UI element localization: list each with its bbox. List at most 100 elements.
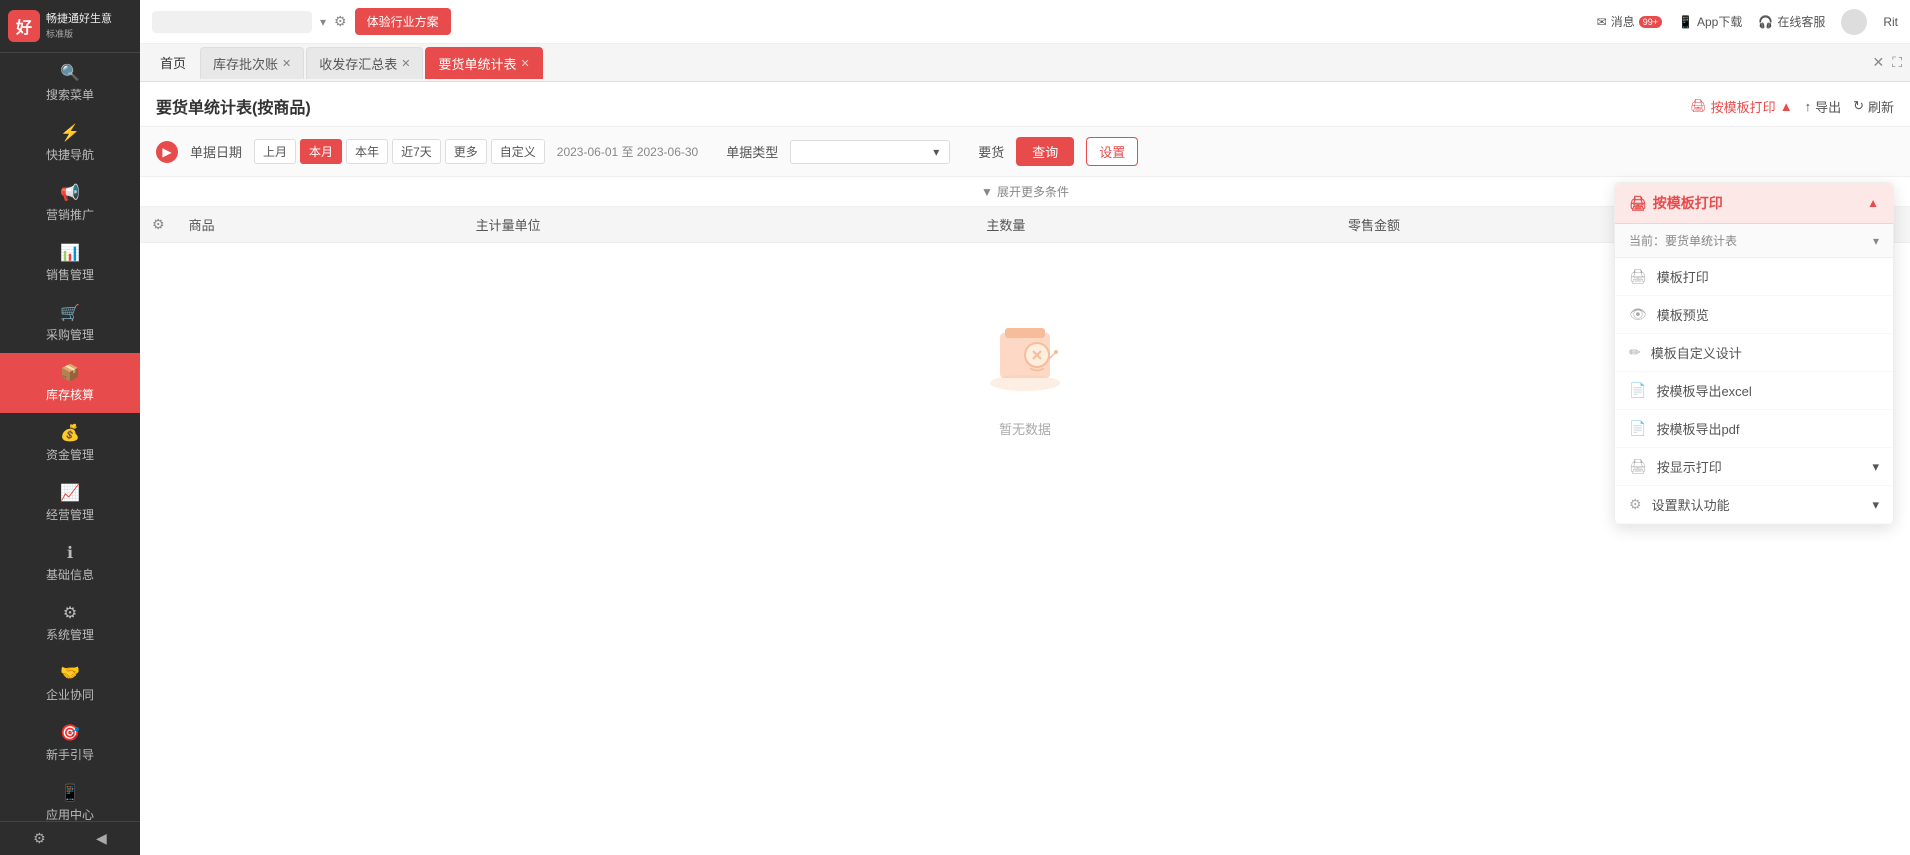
tab-receipt-summary-label: 收发存汇总表 [319,54,397,73]
print-dropdown-arrow-icon: ▲ [1780,99,1793,114]
type-filter-select[interactable]: ▾ [790,140,950,164]
tab-order-stats-label: 要货单统计表 [438,54,516,73]
tab-close-window-icon[interactable]: ✕ [1872,54,1884,71]
sidebar-item-sales[interactable]: 📊 销售管理 [0,233,140,293]
col-header-qty: 主数量 [974,207,1336,243]
app-download-icon: 📱 [1678,15,1693,29]
date-btn-7days[interactable]: 近7天 [392,139,441,164]
date-btn-last-month[interactable]: 上月 [254,139,296,164]
col-header-unit: 主计量单位 [464,207,975,243]
export-btn[interactable]: ↑ 导出 [1805,97,1842,116]
date-btn-this-year[interactable]: 本年 [346,139,388,164]
tab-maximize-icon[interactable]: ⛶ [1892,54,1902,71]
topbar-search-input[interactable] [152,11,312,33]
trial-btn[interactable]: 体验行业方案 [355,8,451,35]
tab-home[interactable]: 首页 [148,47,198,78]
user-avatar[interactable] [1841,9,1867,35]
finance-icon: 💰 [60,423,80,443]
dropdown-section-set-default[interactable]: ⚙ 设置默认功能 ▾ [1615,486,1893,524]
topbar-right: ✉ 消息 99+ 📱 App下载 🎧 在线客服 Rit [1597,9,1898,35]
dropdown-item-template-excel[interactable]: 📄 按模板导出excel [1615,372,1893,410]
filter-settings-btn[interactable]: 设置 [1086,137,1138,166]
tab-order-stats[interactable]: 要货单统计表 ✕ [425,47,542,79]
guide-icon: 🎯 [60,723,80,743]
sidebar-item-basic-info[interactable]: ℹ 基础信息 [0,533,140,593]
dropdown-item-template-excel-label: 按模板导出excel [1656,381,1751,400]
yh-filter-label: 要货 [978,142,1004,161]
online-service-item[interactable]: 🎧 在线客服 [1758,13,1825,30]
empty-state-text: 暂无数据 [999,419,1051,438]
dropdown-item-template-pdf-label: 按模板导出pdf [1656,419,1739,438]
tab-controls: ✕ ⛶ [1872,54,1902,71]
dropdown-item-template-preview-label: 模板预览 [1657,305,1709,324]
template-design-icon: ✏ [1629,344,1641,361]
app-download-label: App下载 [1697,13,1742,30]
dropdown-item-template-design[interactable]: ✏ 模板自定义设计 [1615,334,1893,372]
app-badge: 标准版 [46,27,112,40]
tab-inventory-batch[interactable]: 库存批次账 ✕ [200,47,304,79]
topbar-search-arrow-icon[interactable]: ▾ [320,15,326,29]
print-dropdown-menu: 🖨 按模板打印 ▲ 当前：要货单统计表 ▾ 🖨 模板打印 👁 模板预览 ✏ 模板… [1614,182,1894,525]
purchase-icon: 🛒 [60,303,80,323]
operations-icon: 📈 [60,483,80,503]
search-icon: 🔍 [60,63,80,83]
sidebar-item-inventory[interactable]: 📦 库存核算 [0,353,140,413]
online-service-label: 在线客服 [1777,13,1825,30]
date-btn-this-month[interactable]: 本月 [300,139,342,164]
col-header-product: 商品 [177,207,464,243]
sidebar-item-app-center-label: 应用中心 [46,806,94,821]
dropdown-item-template-design-label: 模板自定义设计 [1651,343,1742,362]
date-btn-custom[interactable]: 自定义 [491,139,545,164]
refresh-btn-label: 刷新 [1868,97,1894,116]
dropdown-print-icon: 🖨 [1629,195,1647,212]
message-badge: 99+ [1639,16,1662,28]
dropdown-collapse-icon[interactable]: ▲ [1867,196,1879,210]
dropdown-item-template-preview[interactable]: 👁 模板预览 [1615,296,1893,334]
topbar-gear-icon[interactable]: ⚙ [334,13,347,30]
sidebar-item-finance-label: 资金管理 [46,446,94,463]
expand-more-btn[interactable]: ▼ 展开更多条件 [981,183,1069,200]
dropdown-title-text: 按模板打印 [1653,193,1723,213]
date-range-text: 2023-06-01 至 2023-06-30 [557,143,698,160]
print-btn-label: 按模板打印 [1711,97,1776,116]
refresh-btn[interactable]: ↻ 刷新 [1853,97,1894,116]
sidebar-item-finance[interactable]: 💰 资金管理 [0,413,140,473]
sidebar-item-guide-label: 新手引导 [46,746,94,763]
sidebar-item-search-label: 搜索菜单 [46,86,94,103]
display-print-label: 按显示打印 [1657,457,1722,476]
sidebar-item-marketing[interactable]: 📢 营销推广 [0,173,140,233]
query-btn[interactable]: 查询 [1016,137,1074,166]
page-title: 要货单统计表(按商品) [156,94,311,118]
enterprise-icon: 🤝 [60,663,80,683]
table-col-settings-icon[interactable]: ⚙ [152,216,165,232]
sidebar-item-quick-nav[interactable]: ⚡ 快捷导航 [0,113,140,173]
dropdown-item-template-print[interactable]: 🖨 模板打印 [1615,258,1893,296]
message-label: 消息 [1611,13,1635,30]
refresh-icon: ↻ [1853,98,1864,114]
message-item[interactable]: ✉ 消息 99+ [1597,13,1662,30]
date-btn-more[interactable]: 更多 [445,139,487,164]
sidebar-item-enterprise[interactable]: 🤝 企业协同 [0,653,140,713]
print-btn[interactable]: 🖨 按模板打印 ▲ [1690,97,1792,116]
expand-more-label: 展开更多条件 [997,183,1069,200]
tab-order-stats-close-icon[interactable]: ✕ [521,57,530,70]
filter-toggle-btn[interactable]: ▶ [156,141,178,163]
sidebar-item-system[interactable]: ⚙ 系统管理 [0,593,140,653]
tab-inventory-batch-close-icon[interactable]: ✕ [282,57,291,70]
sidebar-item-search[interactable]: 🔍 搜索菜单 [0,53,140,113]
dropdown-section-display-print[interactable]: 🖨 按显示打印 ▾ [1615,448,1893,486]
sidebar-item-purchase[interactable]: 🛒 采购管理 [0,293,140,353]
tab-receipt-summary[interactable]: 收发存汇总表 ✕ [306,47,423,79]
topbar: ▾ ⚙ 体验行业方案 ✉ 消息 99+ 📱 App下载 🎧 在线客服 Rit [140,0,1910,44]
dropdown-item-template-pdf[interactable]: 📄 按模板导出pdf [1615,410,1893,448]
sales-icon: 📊 [60,243,80,263]
sidebar: 好 畅捷通好生意 标准版 🔍 搜索菜单 ⚡ 快捷导航 📢 营销推广 📊 销售管理… [0,0,140,855]
sidebar-item-guide[interactable]: 🎯 新手引导 [0,713,140,773]
settings-footer-icon[interactable]: ⚙ [33,830,46,847]
sidebar-item-app-center[interactable]: 📱 应用中心 [0,773,140,821]
sidebar-item-operations[interactable]: 📈 经营管理 [0,473,140,533]
export-btn-label: 导出 [1815,97,1841,116]
tab-receipt-summary-close-icon[interactable]: ✕ [401,57,410,70]
app-download-item[interactable]: 📱 App下载 [1678,13,1742,30]
toggle-sidebar-icon[interactable]: ◀ [96,830,107,847]
